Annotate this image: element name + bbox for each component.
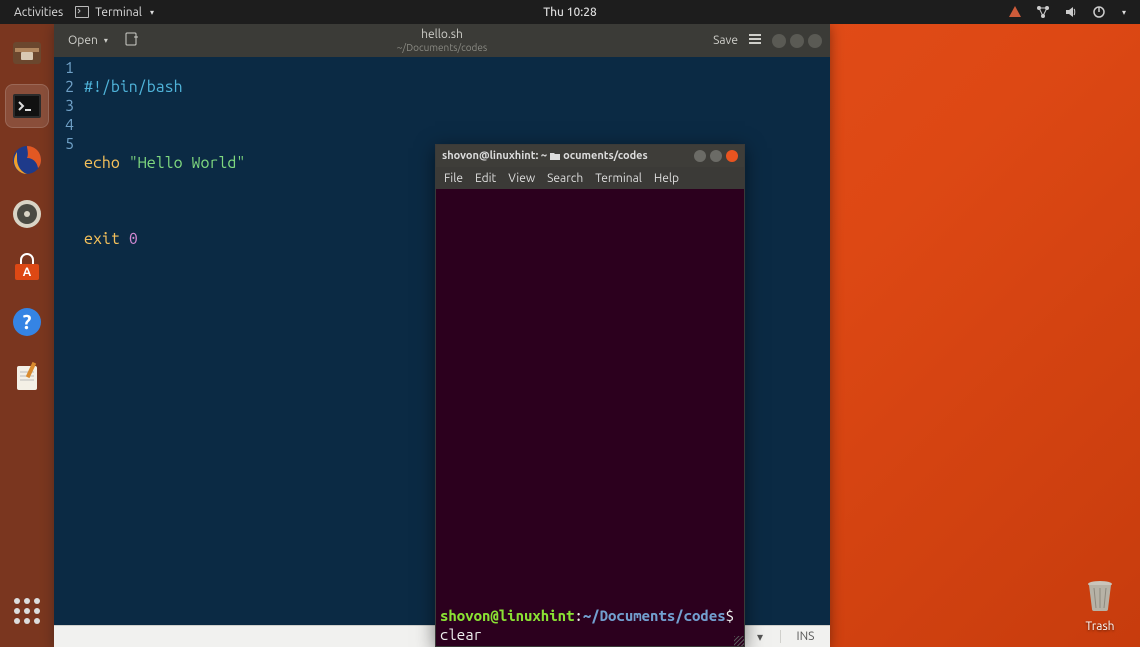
chevron-down-icon: ▾ xyxy=(104,36,108,45)
menu-file[interactable]: File xyxy=(444,172,463,185)
hamburger-icon xyxy=(748,33,762,45)
terminal-title-prefix: shovon@linuxhint: ~ xyxy=(442,150,547,162)
terminal-maximize-button[interactable] xyxy=(710,150,722,162)
new-tab-button[interactable] xyxy=(124,32,140,49)
chevron-down-icon: ▾ xyxy=(150,8,154,17)
terminal-small-icon xyxy=(75,6,89,18)
terminal-minimize-button[interactable] xyxy=(694,150,706,162)
trash-desktop-icon[interactable]: Trash xyxy=(1080,576,1120,633)
code-area[interactable]: #!/bin/bash echo "Hello World" exit 0 xyxy=(78,57,251,625)
gedit-filepath: ~/Documents/codes xyxy=(397,42,488,53)
terminal-command: clear xyxy=(440,626,482,643)
gedit-filename: hello.sh xyxy=(397,28,488,41)
trash-label: Trash xyxy=(1085,620,1114,633)
terminal-body[interactable]: shovon@linuxhint:~/Documents/codes$ clea… xyxy=(436,189,744,646)
code-line-3: echo "Hello World" xyxy=(84,154,245,173)
trash-icon xyxy=(1080,576,1120,616)
close-button[interactable] xyxy=(808,34,822,48)
files-icon[interactable] xyxy=(5,30,49,74)
code-line-2 xyxy=(84,116,245,135)
terminal-window-controls xyxy=(694,150,738,162)
code-line-4 xyxy=(84,192,245,211)
code-line-1: #!/bin/bash xyxy=(84,78,183,96)
terminal-titlebar[interactable]: shovon@linuxhint: ~ ocuments/codes xyxy=(436,145,744,167)
top-bar: Activities Terminal ▾ Thu 10:28 ▾ xyxy=(0,0,1140,24)
power-icon[interactable] xyxy=(1092,5,1106,19)
gedit-title: hello.sh ~/Documents/codes xyxy=(397,28,488,52)
resize-grip[interactable] xyxy=(734,636,744,646)
system-menu-chevron-icon[interactable]: ▾ xyxy=(1122,8,1126,17)
launcher-dock: A ? xyxy=(0,24,54,647)
clock[interactable]: Thu 10:28 xyxy=(543,6,597,19)
hamburger-menu-button[interactable] xyxy=(748,33,762,48)
folder-icon xyxy=(549,151,561,161)
minimize-button[interactable] xyxy=(772,34,786,48)
terminal-prompt-line: shovon@linuxhint:~/Documents/codes$ clea… xyxy=(440,606,740,644)
new-document-icon xyxy=(124,32,140,46)
menu-edit[interactable]: Edit xyxy=(475,172,496,185)
show-applications-button[interactable] xyxy=(5,589,49,633)
activities-button[interactable]: Activities xyxy=(14,6,63,19)
line-number-gutter: 1 2 3 4 5 xyxy=(54,57,78,625)
statusbar-insert-mode: INS xyxy=(780,630,830,643)
window-controls xyxy=(772,34,822,48)
help-icon[interactable]: ? xyxy=(5,300,49,344)
terminal-window: shovon@linuxhint: ~ ocuments/codes File … xyxy=(435,144,745,647)
menu-help[interactable]: Help xyxy=(654,172,679,185)
maximize-button[interactable] xyxy=(790,34,804,48)
open-label: Open xyxy=(68,34,98,47)
open-button[interactable]: Open ▾ xyxy=(62,32,114,49)
app-menu-label: Terminal xyxy=(95,6,142,19)
volume-icon[interactable] xyxy=(1064,5,1078,19)
code-line-5: exit 0 xyxy=(84,230,245,249)
network-icon[interactable] xyxy=(1036,5,1050,19)
terminal-close-button[interactable] xyxy=(726,150,738,162)
terminal-menubar: File Edit View Search Terminal Help xyxy=(436,167,744,189)
rhythmbox-icon[interactable] xyxy=(5,192,49,236)
terminal-icon[interactable] xyxy=(5,84,49,128)
notes-icon[interactable] xyxy=(5,354,49,398)
software-icon[interactable]: A xyxy=(5,246,49,290)
menu-view[interactable]: View xyxy=(508,172,535,185)
svg-text:A: A xyxy=(23,266,32,279)
menu-terminal[interactable]: Terminal xyxy=(595,172,642,185)
firefox-icon[interactable] xyxy=(5,138,49,182)
warning-icon[interactable] xyxy=(1008,5,1022,19)
menu-search[interactable]: Search xyxy=(547,172,583,185)
save-button[interactable]: Save xyxy=(713,34,738,47)
app-menu[interactable]: Terminal ▾ xyxy=(75,6,154,19)
statusbar-dropdown[interactable]: ▾ xyxy=(740,630,780,644)
terminal-title-suffix: ocuments/codes xyxy=(563,150,648,162)
svg-text:?: ? xyxy=(23,310,32,333)
gedit-headerbar: Open ▾ hello.sh ~/Documents/codes Save xyxy=(54,24,830,57)
